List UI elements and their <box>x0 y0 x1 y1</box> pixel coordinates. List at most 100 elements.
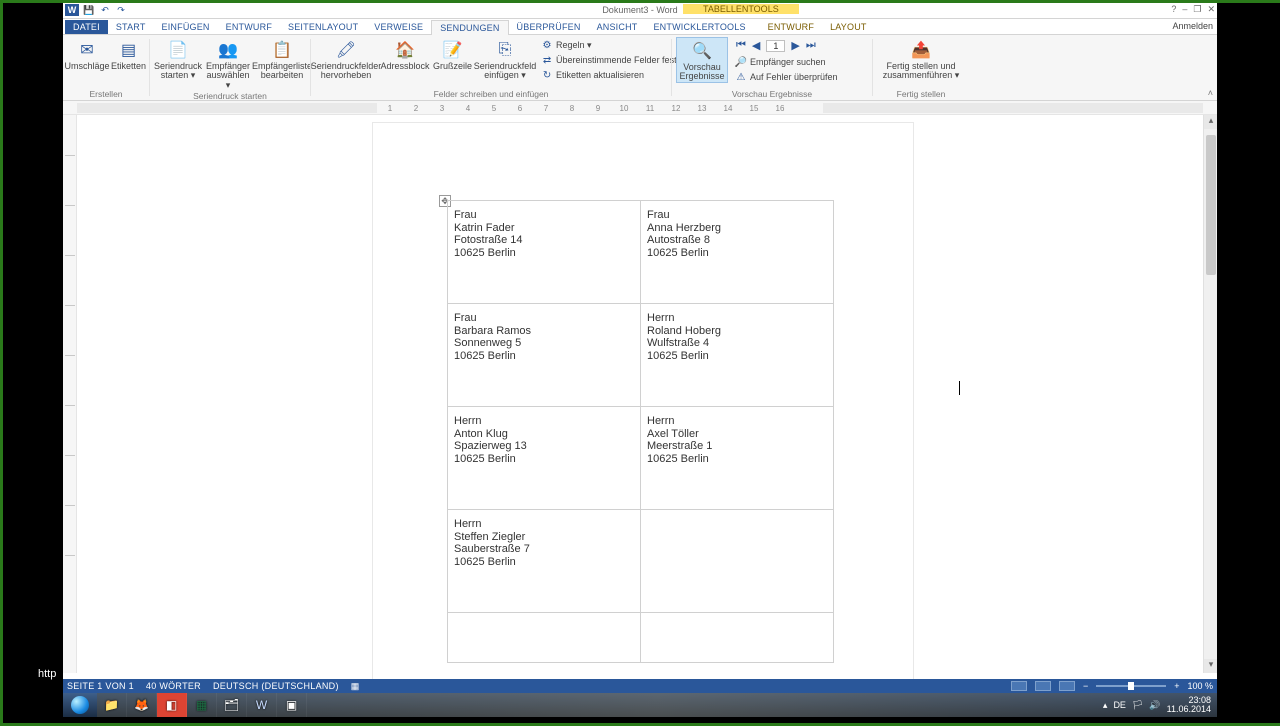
zoom-value[interactable]: 100 % <box>1187 681 1213 691</box>
label-cell[interactable]: FrauAnna HerzbergAutostraße 810625 Berli… <box>641 201 834 304</box>
vertical-ruler[interactable] <box>63 115 77 673</box>
tray-date[interactable]: 11.06.2014 <box>1167 705 1211 714</box>
sign-in-link[interactable]: Anmelden <box>1172 21 1213 31</box>
tab-design[interactable]: ENTWURF <box>218 20 280 34</box>
tab-table-design[interactable]: ENTWURF <box>760 20 822 34</box>
edit-recipients-button[interactable]: 📋 Empfängerliste bearbeiten <box>254 37 310 81</box>
save-icon[interactable]: 💾 <box>83 4 95 16</box>
preview-results-button[interactable]: 🔍 Vorschau Ergebnisse <box>676 37 728 83</box>
http-text: http <box>38 668 56 680</box>
title-bar: W 💾 ↶ ↷ Dokument3 - Word TABELLENTOOLS ?… <box>63 3 1217 19</box>
document-title: Dokument3 - Word <box>602 5 677 15</box>
taskbar-excel-icon[interactable]: ▦ <box>187 693 217 717</box>
label-cell[interactable]: HerrnAxel TöllerMeerstraße 110625 Berlin <box>641 407 834 510</box>
tab-references[interactable]: VERWEISE <box>366 20 431 34</box>
word-icon: W <box>65 4 79 16</box>
system-tray[interactable]: ▴ DE 🏳 🔊 23:08 11.06.2014 <box>1097 693 1217 717</box>
zoom-out-button[interactable]: − <box>1083 681 1088 691</box>
tab-pagelayout[interactable]: SEITENLAYOUT <box>280 20 366 34</box>
envelope-icon: ✉ <box>74 39 100 61</box>
collapse-ribbon-icon[interactable]: ˄ <box>1208 88 1213 98</box>
taskbar-avira-icon[interactable]: ◧ <box>157 693 187 717</box>
tab-mailings[interactable]: SENDUNGEN <box>431 20 508 35</box>
windows-taskbar: 📁 🦊 ◧ ▦ 🗂 W ▣ ▴ DE 🏳 🔊 23:08 11.06.2014 <box>63 693 1217 717</box>
tray-lang[interactable]: DE <box>1113 700 1126 710</box>
group-create-label: Erstellen <box>67 88 145 100</box>
record-number-input[interactable]: 1 <box>766 40 785 52</box>
group-writefields-label: Felder schreiben und einfügen <box>315 88 667 100</box>
view-read-icon[interactable] <box>1011 681 1027 691</box>
tab-review[interactable]: ÜBERPRÜFEN <box>509 20 589 34</box>
label-cell[interactable] <box>641 613 834 663</box>
tray-expand-icon[interactable]: ▴ <box>1103 700 1108 711</box>
labels-button[interactable]: ▤ Etiketten <box>111 37 146 71</box>
first-record-button[interactable]: ⏮ <box>736 39 746 52</box>
highlight-mergefields-button[interactable]: 🖍 Seriendruckfelder hervorheben <box>315 37 377 81</box>
tab-insert[interactable]: EINFÜGEN <box>154 20 218 34</box>
find-icon: 🔎 <box>735 56 747 68</box>
status-words[interactable]: 40 WÖRTER <box>146 681 201 692</box>
minimize-icon[interactable]: – <box>1182 4 1187 15</box>
insert-mergefield-button[interactable]: ⎘ Seriendruckfeld einfügen ▾ <box>476 37 534 81</box>
word-window: W 💾 ↶ ↷ Dokument3 - Word TABELLENTOOLS ?… <box>63 3 1217 693</box>
ribbon: ✉ Umschläge ▤ Etiketten Erstellen 📄 Seri <box>63 35 1217 101</box>
recipients-icon: 👥 <box>215 39 241 61</box>
last-record-button[interactable]: ⏭ <box>806 39 816 52</box>
label-cell[interactable]: FrauBarbara RamosSonnenweg 510625 Berlin <box>448 304 641 407</box>
tray-flag-icon[interactable]: 🏳 <box>1132 700 1143 711</box>
status-page[interactable]: SEITE 1 VON 1 <box>67 681 134 692</box>
finish-icon: 📤 <box>908 39 934 61</box>
view-print-icon[interactable] <box>1035 681 1051 691</box>
taskbar-folder-icon[interactable]: 🗂 <box>217 693 247 717</box>
label-cell[interactable]: HerrnAnton KlugSpazierweg 1310625 Berlin <box>448 407 641 510</box>
vertical-scrollbar[interactable]: ▴ ▾ <box>1203 115 1217 673</box>
start-button[interactable] <box>63 693 97 717</box>
taskbar-explorer-icon[interactable]: 📁 <box>97 693 127 717</box>
group-preview-label: Vorschau Ergebnisse <box>676 88 868 100</box>
tab-start[interactable]: START <box>108 20 154 34</box>
tab-devtools[interactable]: ENTWICKLERTOOLS <box>645 20 753 34</box>
label-table[interactable]: FrauKatrin FaderFotostraße 1410625 Berli… <box>447 200 834 663</box>
greeting-icon: 📝 <box>440 39 466 61</box>
zoom-in-button[interactable]: + <box>1174 681 1179 691</box>
scroll-down-icon[interactable]: ▾ <box>1204 659 1218 673</box>
label-cell[interactable] <box>448 613 641 663</box>
address-icon: 🏠 <box>392 39 418 61</box>
next-record-button[interactable]: ▶ <box>791 39 799 52</box>
status-bar: SEITE 1 VON 1 40 WÖRTER DEUTSCH (DEUTSCH… <box>63 679 1217 693</box>
close-icon[interactable]: ✕ <box>1207 4 1215 15</box>
view-web-icon[interactable] <box>1059 681 1075 691</box>
select-recipients-button[interactable]: 👥 Empfänger auswählen ▾ <box>206 37 250 90</box>
taskbar-firefox-icon[interactable]: 🦊 <box>127 693 157 717</box>
scroll-thumb[interactable] <box>1206 135 1216 275</box>
preview-icon: 🔍 <box>689 40 715 62</box>
ribbon-tabs: DATEI START EINFÜGEN ENTWURF SEITENLAYOU… <box>63 19 1217 35</box>
status-language[interactable]: DEUTSCH (DEUTSCHLAND) <box>213 681 339 692</box>
macro-icon[interactable]: ▦ <box>351 681 360 692</box>
redo-icon[interactable]: ↷ <box>115 4 127 16</box>
taskbar-word-icon[interactable]: W <box>247 693 277 717</box>
greeting-line-button[interactable]: 📝 Grußzeile <box>433 37 472 71</box>
label-cell[interactable]: HerrnSteffen ZieglerSauberstraße 710625 … <box>448 510 641 613</box>
prev-record-button[interactable]: ◀ <box>752 39 760 52</box>
tab-table-layout[interactable]: LAYOUT <box>822 20 875 34</box>
taskbar-generic-icon[interactable]: ▣ <box>277 693 307 717</box>
horizontal-ruler[interactable]: 12345678910111213141516 <box>63 101 1217 115</box>
label-cell[interactable] <box>641 510 834 613</box>
tab-view[interactable]: ANSICHT <box>589 20 646 34</box>
label-cell[interactable]: HerrnRoland HobergWulfstraße 410625 Berl… <box>641 304 834 407</box>
envelopes-button[interactable]: ✉ Umschläge <box>67 37 107 71</box>
finish-merge-button[interactable]: 📤 Fertig stellen und zusammenführen ▾ <box>877 37 965 81</box>
tray-volume-icon[interactable]: 🔊 <box>1149 700 1160 711</box>
label-cell[interactable]: FrauKatrin FaderFotostraße 1410625 Berli… <box>448 201 641 304</box>
maximize-icon[interactable]: ❐ <box>1193 4 1201 15</box>
zoom-slider[interactable] <box>1096 685 1166 687</box>
start-mailmerge-button[interactable]: 📄 Seriendruck starten ▾ <box>154 37 202 81</box>
tab-file[interactable]: DATEI <box>65 20 108 34</box>
find-recipient-button[interactable]: 🔎Empfänger suchen <box>732 55 841 69</box>
address-block-button[interactable]: 🏠 Adressblock <box>381 37 429 71</box>
scroll-up-icon[interactable]: ▴ <box>1204 115 1218 129</box>
undo-icon[interactable]: ↶ <box>99 4 111 16</box>
help-icon[interactable]: ? <box>1171 4 1176 15</box>
check-errors-button[interactable]: ⚠Auf Fehler überprüfen <box>732 70 841 84</box>
